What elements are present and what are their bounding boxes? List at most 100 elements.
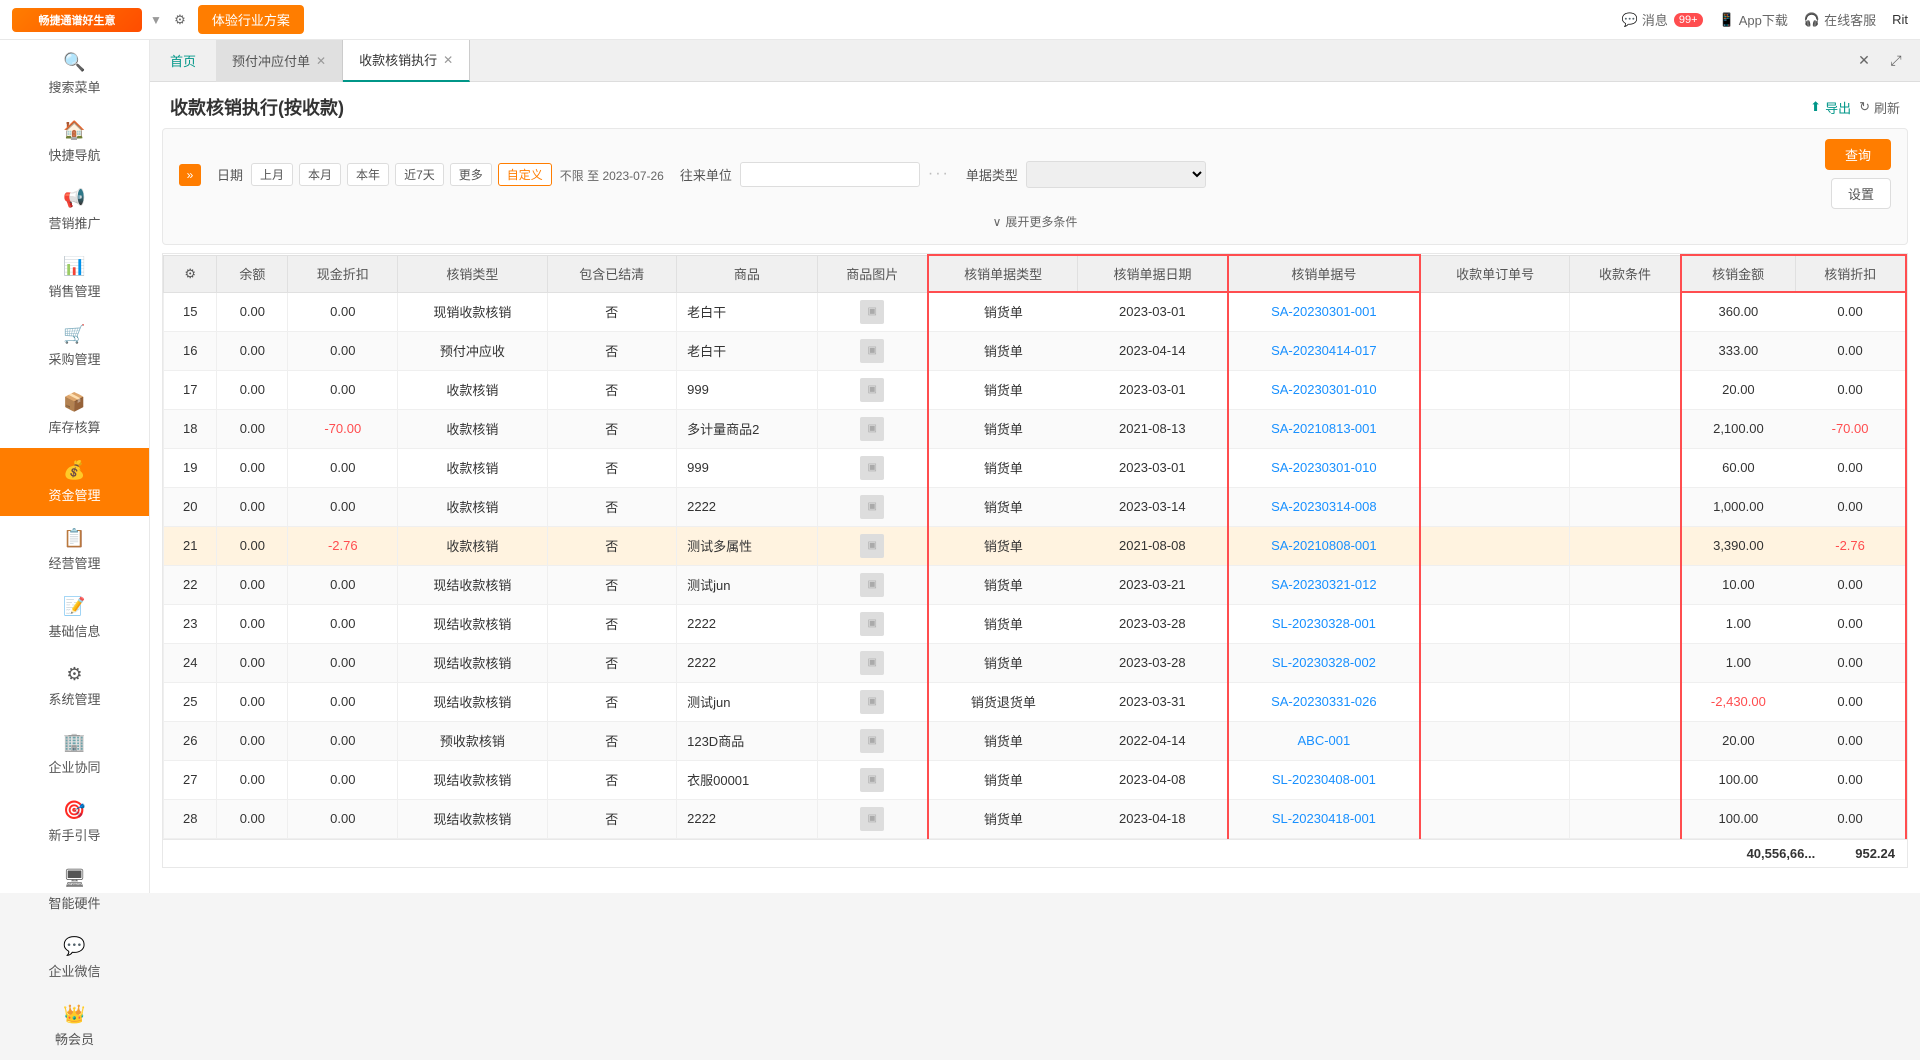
cell-verify-amount: 360.00 — [1681, 292, 1795, 331]
date-filter: 日期 上月 本月 本年 近7天 更多 自定义 不限 至 2023-07-26 — [217, 163, 664, 186]
cell-included-settled: 否 — [547, 760, 677, 799]
sidebar-item-label: 系统管理 — [48, 689, 100, 708]
sidebar-item-nav[interactable]: 🏠 快捷导航 — [0, 108, 149, 176]
cell-balance: 0.00 — [217, 760, 288, 799]
col-receipt-condition: 收款条件 — [1570, 255, 1681, 292]
sidebar-item-enterprise[interactable]: 🏢 企业协同 — [0, 720, 149, 788]
col-settings[interactable]: ⚙ — [164, 255, 217, 292]
cell-receipt-order-no — [1420, 760, 1570, 799]
col-bill-date: 核销单据日期 — [1078, 255, 1228, 292]
expand-toggle-btn[interactable]: » — [179, 164, 201, 186]
cell-receipt-condition — [1570, 448, 1681, 487]
sidebar-item-marketing[interactable]: 📢 营销推广 — [0, 176, 149, 244]
cell-balance: 0.00 — [217, 565, 288, 604]
username-display: Rit — [1892, 12, 1908, 27]
sidebar-item-inventory[interactable]: 📦 库存核算 — [0, 380, 149, 448]
table-row: 23 0.00 0.00 现结收款核销 否 2222 ▣ 销货单 2023-03… — [164, 604, 1907, 643]
sidebar-item-sales[interactable]: 📊 销售管理 — [0, 244, 149, 312]
date-btn-custom[interactable]: 自定义 — [498, 163, 552, 186]
sidebar-item-search[interactable]: 🔍 搜索菜单 — [0, 40, 149, 108]
settings-button[interactable]: 设置 — [1831, 178, 1891, 209]
wechat-icon: 💬 — [63, 936, 85, 957]
app-download-item[interactable]: 📱 App下载 — [1719, 10, 1788, 29]
cell-goods: 测试多属性 — [677, 526, 817, 565]
cell-balance: 0.00 — [217, 487, 288, 526]
cell-bill-no: SL-20230418-001 — [1228, 799, 1420, 838]
sidebar-item-management[interactable]: 📋 经营管理 — [0, 516, 149, 584]
cell-verify-discount: 0.00 — [1795, 643, 1906, 682]
system-icon: ⚙ — [66, 664, 82, 685]
sidebar-item-finance[interactable]: 💰 资金管理 — [0, 448, 149, 516]
cell-included-settled: 否 — [547, 448, 677, 487]
tab-prepay[interactable]: 预付冲应付单 ✕ — [216, 40, 343, 82]
tab-close-prepay[interactable]: ✕ — [316, 54, 326, 68]
cell-receipt-order-no — [1420, 331, 1570, 370]
cell-receipt-order-no — [1420, 799, 1570, 838]
cell-goods-image: ▣ — [817, 565, 928, 604]
cell-bill-type: 销货单 — [928, 643, 1078, 682]
sidebar-item-guide[interactable]: 🎯 新手引导 — [0, 788, 149, 856]
management-icon: 📋 — [63, 528, 85, 549]
notifications-item[interactable]: 💬 消息 99+ — [1622, 10, 1703, 29]
cell-id: 18 — [164, 409, 217, 448]
date-btn-last-month[interactable]: 上月 — [251, 163, 293, 186]
sidebar-item-purchase[interactable]: 🛒 采购管理 — [0, 312, 149, 380]
solution-button[interactable]: 体验行业方案 — [198, 5, 304, 34]
expand-more-button[interactable]: ∨ 展开更多条件 — [993, 213, 1078, 230]
col-goods: 商品 — [677, 255, 817, 292]
bill-type-filter: 单据类型 — [966, 161, 1206, 188]
tab-bar-right: ✕ ⤢ — [1852, 49, 1920, 73]
tab-close-icon[interactable]: ✕ — [1852, 49, 1876, 73]
cell-verify-discount: 0.00 — [1795, 292, 1906, 331]
cell-verify-type: 现结收款核销 — [398, 604, 547, 643]
cell-bill-date: 2021-08-13 — [1078, 409, 1228, 448]
cell-verify-discount: -2.76 — [1795, 526, 1906, 565]
tab-home[interactable]: 首页 — [150, 51, 216, 70]
cell-bill-date: 2023-04-08 — [1078, 760, 1228, 799]
sidebar-item-member[interactable]: 👑 畅会员 — [0, 992, 149, 1060]
sidebar-item-label: 搜索菜单 — [48, 77, 100, 96]
tab-receipt-verify[interactable]: 收款核销执行 ✕ — [343, 40, 470, 82]
sidebar-item-system[interactable]: ⚙ 系统管理 — [0, 652, 149, 720]
cell-verify-discount: 0.00 — [1795, 487, 1906, 526]
cell-goods-image: ▣ — [817, 448, 928, 487]
dropdown-toggle[interactable]: ▼ — [150, 13, 162, 27]
cell-goods-image: ▣ — [817, 682, 928, 721]
cell-bill-type: 销货单 — [928, 331, 1078, 370]
date-btn-more[interactable]: 更多 — [450, 163, 492, 186]
date-btn-this-year[interactable]: 本年 — [347, 163, 389, 186]
col-verify-amount: 核销金额 — [1681, 255, 1795, 292]
table-row: 28 0.00 0.00 现结收款核销 否 2222 ▣ 销货单 2023-04… — [164, 799, 1907, 838]
cell-cash-discount: 0.00 — [288, 721, 398, 760]
query-button[interactable]: 查询 — [1825, 139, 1891, 170]
cell-id: 19 — [164, 448, 217, 487]
cell-goods: 2222 — [677, 487, 817, 526]
tab-close-receipt[interactable]: ✕ — [443, 53, 453, 67]
date-btn-this-month[interactable]: 本月 — [299, 163, 341, 186]
sidebar-item-label: 销售管理 — [48, 281, 100, 300]
cell-receipt-order-no — [1420, 565, 1570, 604]
cell-bill-type: 销货单 — [928, 292, 1078, 331]
enterprise-icon: 🏢 — [63, 732, 85, 753]
export-button[interactable]: ⬆ 导出 — [1810, 98, 1851, 117]
counterpart-input[interactable] — [740, 162, 920, 187]
gear-icon[interactable]: ⚙ — [170, 10, 190, 30]
search-icon: 🔍 — [63, 52, 85, 73]
cell-id: 27 — [164, 760, 217, 799]
sidebar-item-label: 新手引导 — [48, 825, 100, 844]
sidebar-item-wechat[interactable]: 💬 企业微信 — [0, 924, 149, 992]
tab-expand-icon[interactable]: ⤢ — [1884, 49, 1908, 73]
date-btn-7days[interactable]: 近7天 — [395, 163, 444, 186]
cell-goods-image: ▣ — [817, 526, 928, 565]
cell-cash-discount: 0.00 — [288, 682, 398, 721]
refresh-button[interactable]: ↻ 刷新 — [1859, 98, 1900, 117]
cell-receipt-order-no — [1420, 721, 1570, 760]
online-service-item[interactable]: 🎧 在线客服 — [1804, 10, 1876, 29]
cell-bill-no: SA-20230301-010 — [1228, 370, 1420, 409]
sidebar-item-basic-info[interactable]: 📝 基础信息 — [0, 584, 149, 652]
cell-verify-discount: 0.00 — [1795, 604, 1906, 643]
bill-type-select[interactable] — [1026, 161, 1206, 188]
sidebar-item-hardware[interactable]: 🖥 智能硬件 — [0, 856, 149, 924]
cell-included-settled: 否 — [547, 604, 677, 643]
cell-bill-date: 2023-03-01 — [1078, 292, 1228, 331]
